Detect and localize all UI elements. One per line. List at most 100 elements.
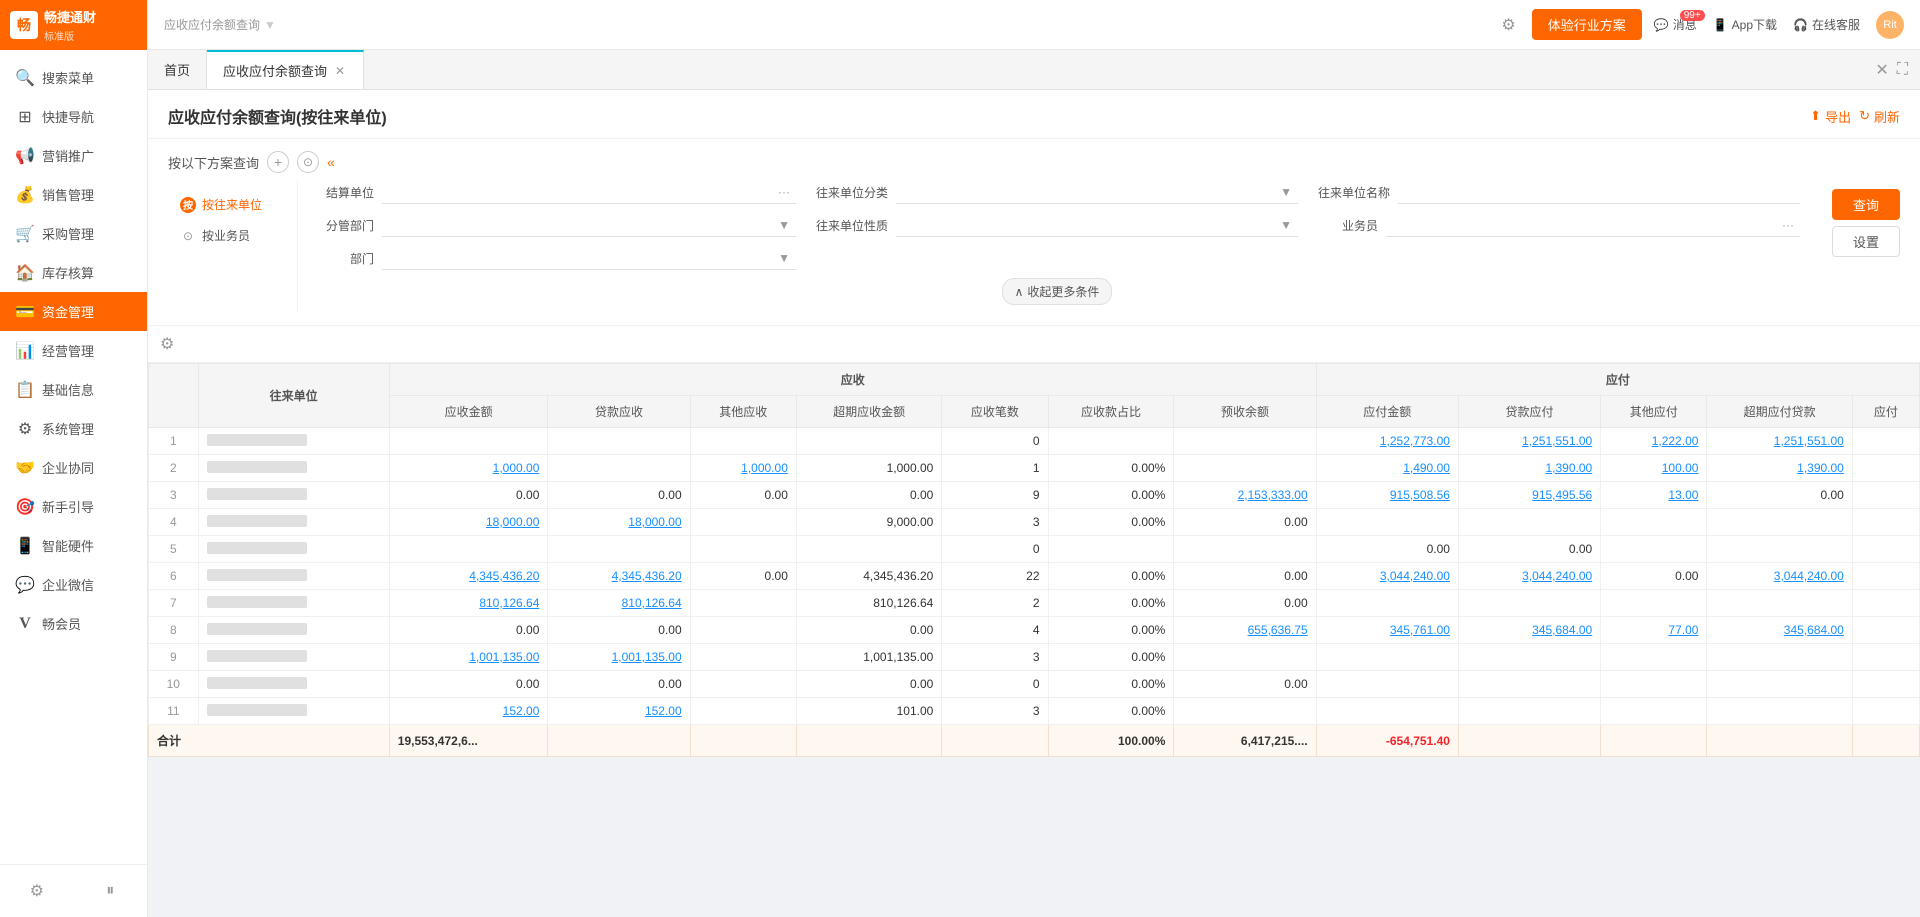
table-cell[interactable]: 345,684.00 <box>1458 617 1600 644</box>
table-cell[interactable]: 18,000.00 <box>548 509 690 536</box>
table-cell[interactable]: 655,636.75 <box>1174 617 1316 644</box>
refresh-btn[interactable]: ↻ 刷新 <box>1859 107 1900 126</box>
table-cell[interactable]: 1,252,773.00 <box>1316 428 1458 455</box>
table-cell[interactable]: 1,390.00 <box>1707 455 1852 482</box>
table-cell[interactable] <box>1707 671 1852 698</box>
dept-managed-input[interactable]: ▼ <box>382 214 796 237</box>
sidebar-item-collab[interactable]: 🤝 企业协同 <box>0 448 147 487</box>
table-cell[interactable] <box>548 428 690 455</box>
settlement-unit-ellipsis[interactable]: ··· <box>778 185 790 199</box>
table-cell[interactable]: 0.00 <box>690 482 796 509</box>
table-cell[interactable] <box>548 536 690 563</box>
table-cell[interactable] <box>1458 671 1600 698</box>
table-cell[interactable]: 77.00 <box>1601 617 1707 644</box>
table-cell[interactable]: 100.00 <box>1601 455 1707 482</box>
table-cell[interactable] <box>1458 644 1600 671</box>
table-cell[interactable]: 1,390.00 <box>1458 455 1600 482</box>
table-cell[interactable]: 0.00 <box>389 482 548 509</box>
sidebar-item-finance[interactable]: 💳 资金管理 <box>0 292 147 331</box>
table-cell[interactable] <box>1316 644 1458 671</box>
table-cell[interactable] <box>1174 428 1316 455</box>
table-cell[interactable]: 0.00 <box>1316 536 1458 563</box>
table-cell[interactable] <box>690 671 796 698</box>
table-cell[interactable] <box>1174 644 1316 671</box>
table-cell[interactable]: 0.00 <box>1174 671 1316 698</box>
filter-add-btn[interactable]: + <box>267 151 289 173</box>
salesman-ellipsis[interactable]: ··· <box>1782 218 1794 232</box>
table-settings-icon[interactable]: ⚙ <box>160 334 174 354</box>
table-cell[interactable]: 0.00 <box>1174 590 1316 617</box>
table-cell[interactable]: 3,044,240.00 <box>1316 563 1458 590</box>
department-input[interactable]: ▼ <box>382 247 796 270</box>
table-cell[interactable]: 3,044,240.00 <box>1707 563 1852 590</box>
table-cell[interactable] <box>690 536 796 563</box>
tab-home[interactable]: 首页 <box>148 50 207 89</box>
table-cell[interactable] <box>690 617 796 644</box>
msg-btn[interactable]: 💬 消息 99+ <box>1654 16 1697 33</box>
table-cell[interactable] <box>1601 698 1707 725</box>
partner-nature-input[interactable]: ▼ <box>896 214 1298 237</box>
table-cell[interactable] <box>1601 509 1707 536</box>
table-cell[interactable] <box>1707 536 1852 563</box>
table-cell[interactable] <box>1316 698 1458 725</box>
table-cell[interactable] <box>690 509 796 536</box>
table-cell[interactable]: 1,251,551.00 <box>1458 428 1600 455</box>
table-cell[interactable]: 345,761.00 <box>1316 617 1458 644</box>
table-cell[interactable] <box>1707 698 1852 725</box>
table-cell[interactable]: 1,222.00 <box>1601 428 1707 455</box>
table-cell[interactable]: 0.00 <box>1601 563 1707 590</box>
sidebar-item-system[interactable]: ⚙ 系统管理 <box>0 409 147 448</box>
tab-close-btn[interactable]: ✕ <box>333 62 347 80</box>
scheme-item-partner[interactable]: 按 按往来单位 <box>168 189 297 220</box>
table-cell[interactable]: 915,508.56 <box>1316 482 1458 509</box>
sidebar-item-basic[interactable]: 📋 基础信息 <box>0 370 147 409</box>
filter-scheme-btn[interactable]: ⊙ <box>297 151 319 173</box>
user-profile-btn[interactable]: Rit <box>1876 11 1904 39</box>
table-cell[interactable]: 1,000.00 <box>389 455 548 482</box>
table-cell[interactable]: 4,345,436.20 <box>389 563 548 590</box>
table-cell[interactable]: 1,000.00 <box>690 455 796 482</box>
table-cell[interactable]: 810,126.64 <box>389 590 548 617</box>
table-cell[interactable] <box>1316 509 1458 536</box>
table-cell[interactable] <box>690 428 796 455</box>
export-btn[interactable]: ⬆ 导出 <box>1810 107 1851 126</box>
table-cell[interactable]: 1,251,551.00 <box>1707 428 1852 455</box>
table-cell[interactable] <box>1316 590 1458 617</box>
table-cell[interactable] <box>1174 455 1316 482</box>
table-cell[interactable] <box>1707 509 1852 536</box>
table-cell[interactable]: 13.00 <box>1601 482 1707 509</box>
sidebar-item-purchase[interactable]: 🛒 采购管理 <box>0 214 147 253</box>
sidebar-item-wechat[interactable]: 💬 企业微信 <box>0 565 147 604</box>
salesman-input[interactable]: ··· <box>1386 214 1800 237</box>
table-cell[interactable]: 4,345,436.20 <box>548 563 690 590</box>
table-cell[interactable] <box>1601 671 1707 698</box>
online-service-btn[interactable]: 🎧 在线客服 <box>1793 16 1860 33</box>
table-cell[interactable] <box>690 644 796 671</box>
table-cell[interactable] <box>1707 590 1852 617</box>
table-cell[interactable]: 0.00 <box>1174 509 1316 536</box>
sidebar-item-inventory[interactable]: 🏠 库存核算 <box>0 253 147 292</box>
table-cell[interactable]: 0.00 <box>389 671 548 698</box>
table-cell[interactable] <box>690 590 796 617</box>
table-cell[interactable]: 345,684.00 <box>1707 617 1852 644</box>
table-cell[interactable]: 0.00 <box>548 617 690 644</box>
partner-category-input[interactable]: ▼ <box>896 181 1298 204</box>
table-cell[interactable] <box>389 428 548 455</box>
table-cell[interactable] <box>1707 644 1852 671</box>
sidebar-settings-btn[interactable]: ⚙ <box>21 875 53 907</box>
table-cell[interactable]: 152.00 <box>389 698 548 725</box>
sidebar-item-nav[interactable]: ⊞ 快捷导航 <box>0 97 147 136</box>
table-cell[interactable] <box>548 455 690 482</box>
tab-fullscreen-btn[interactable]: ⛶ <box>1897 61 1908 79</box>
table-cell[interactable] <box>1458 590 1600 617</box>
table-cell[interactable] <box>1174 536 1316 563</box>
table-cell[interactable] <box>1174 698 1316 725</box>
table-cell[interactable] <box>389 536 548 563</box>
table-cell[interactable]: 18,000.00 <box>389 509 548 536</box>
setting-btn[interactable]: 设置 <box>1832 226 1900 257</box>
table-cell[interactable] <box>1601 590 1707 617</box>
tab-close-window-btn[interactable]: ✕ <box>1875 60 1888 80</box>
filter-more-btn[interactable]: ∧ 收起更多条件 <box>1002 278 1113 305</box>
table-cell[interactable]: 152.00 <box>548 698 690 725</box>
sidebar-item-operation[interactable]: 📊 经营管理 <box>0 331 147 370</box>
